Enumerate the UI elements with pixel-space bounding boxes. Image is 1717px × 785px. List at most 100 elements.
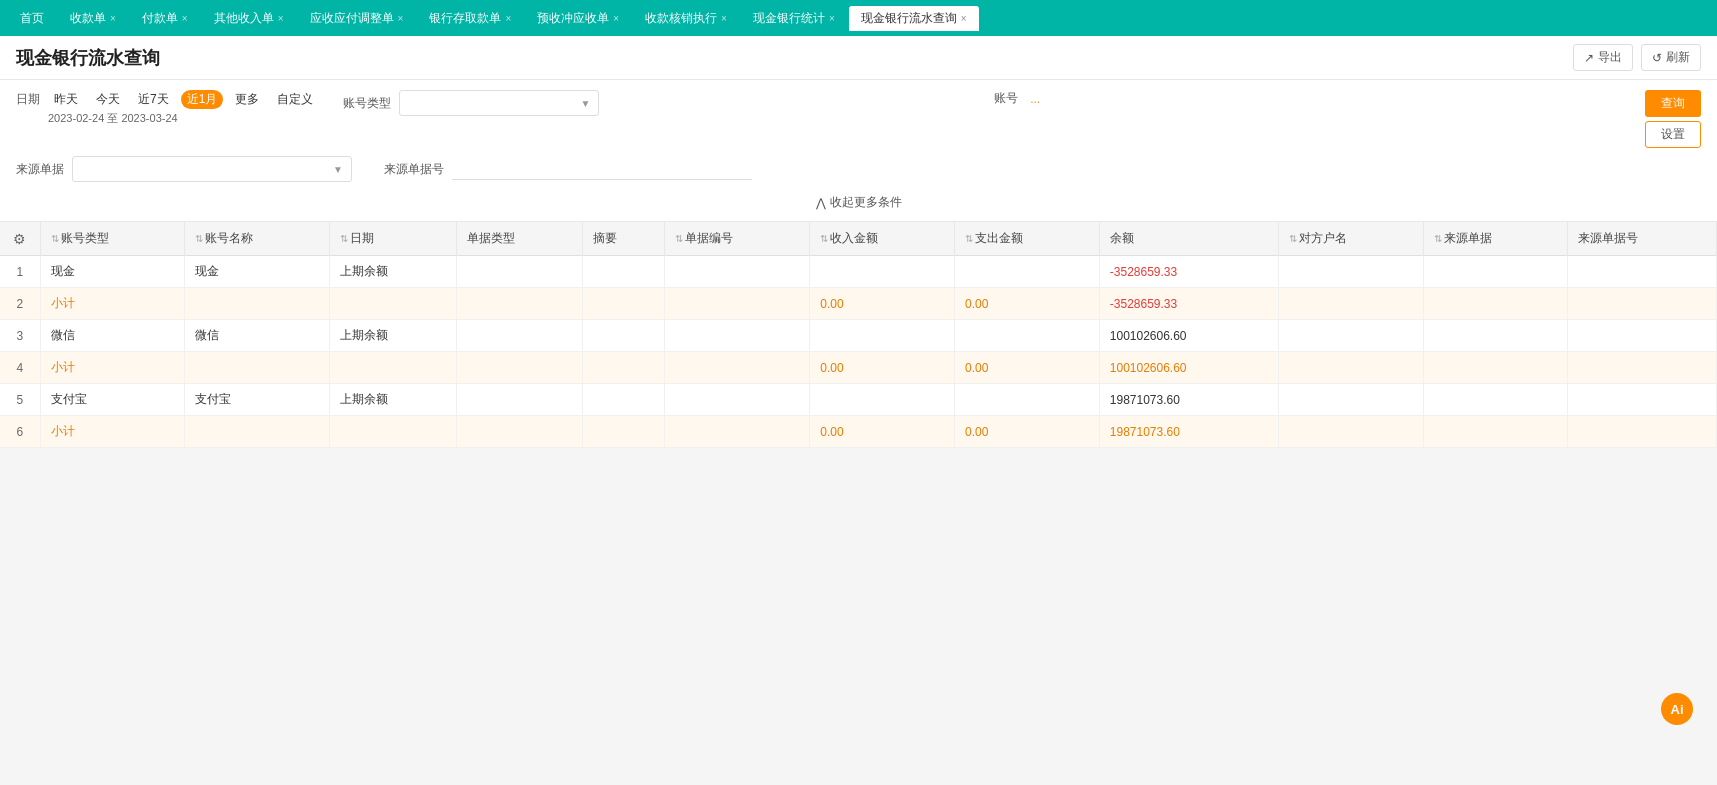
table-cell-11 — [1423, 352, 1568, 384]
table-cell-11 — [1423, 416, 1568, 448]
close-tab-icon[interactable]: × — [110, 13, 116, 24]
table-cell-6 — [665, 288, 810, 320]
source-doc-group: 来源单据 ▼ — [16, 156, 352, 182]
table-cell-10 — [1278, 256, 1423, 288]
column-header-8[interactable]: ⇅支出金额 — [955, 222, 1100, 256]
table-cell-1: 微信 — [40, 320, 185, 352]
sort-icon: ⇅ — [965, 233, 973, 244]
close-tab-icon[interactable]: × — [278, 13, 284, 24]
btn-group-right: 查询 设置 — [1645, 90, 1701, 148]
sort-icon: ⇅ — [340, 233, 348, 244]
close-tab-icon[interactable]: × — [721, 13, 727, 24]
table-cell-3: 上期余额 — [330, 256, 456, 288]
table-cell-4 — [456, 288, 582, 320]
column-header-7[interactable]: ⇅收入金额 — [810, 222, 955, 256]
table-cell-0: 1 — [0, 256, 40, 288]
table-cell-1: 小计 — [40, 288, 185, 320]
column-header-11[interactable]: ⇅来源单据 — [1423, 222, 1568, 256]
table-cell-8 — [955, 256, 1100, 288]
table-cell-1: 小计 — [40, 352, 185, 384]
top-navigation: 首页收款单×付款单×其他收入单×应收应付调整单×银行存取款单×预收冲应收单×收款… — [0, 0, 1717, 36]
nav-tab-付款单[interactable]: 付款单× — [130, 6, 200, 31]
table-cell-5 — [582, 384, 664, 416]
source-doc-no-group: 来源单据号 — [384, 159, 752, 180]
table-settings-icon[interactable]: ⚙ — [13, 231, 26, 247]
nav-tab-银行存取款单[interactable]: 银行存取款单× — [417, 6, 523, 31]
account-type-select[interactable]: ▼ — [399, 90, 599, 116]
table-row: 3微信微信上期余额100102606.60 — [0, 320, 1717, 352]
date-range: 2023-02-24 至 2023-03-24 — [48, 112, 178, 124]
close-tab-icon[interactable]: × — [398, 13, 404, 24]
nav-tab-预收冲应收单[interactable]: 预收冲应收单× — [525, 6, 631, 31]
refresh-icon: ↺ — [1652, 51, 1662, 65]
filter-row-1: 日期 昨天今天近7天近1月更多自定义 2023-02-24 至 2023-03-… — [16, 90, 1701, 148]
table-cell-5 — [582, 288, 664, 320]
source-doc-select[interactable]: ▼ — [72, 156, 352, 182]
table-cell-3: 上期余额 — [330, 320, 456, 352]
table-cell-9: -3528659.33 — [1099, 256, 1278, 288]
nav-tab-其他收入单[interactable]: 其他收入单× — [202, 6, 296, 31]
nav-tab-现金银行流水查询[interactable]: 现金银行流水查询× — [849, 6, 979, 31]
nav-tab-收款单[interactable]: 收款单× — [58, 6, 128, 31]
close-tab-icon[interactable]: × — [505, 13, 511, 24]
table-cell-4 — [456, 256, 582, 288]
sort-icon: ⇅ — [820, 233, 828, 244]
close-tab-icon[interactable]: × — [961, 13, 967, 24]
column-header-6[interactable]: ⇅单据编号 — [665, 222, 810, 256]
table-cell-3 — [330, 352, 456, 384]
date-shortcut-今天[interactable]: 今天 — [90, 90, 126, 109]
date-shortcut-近1月[interactable]: 近1月 — [181, 90, 224, 109]
table-cell-9: 100102606.60 — [1099, 352, 1278, 384]
nav-tab-首页[interactable]: 首页 — [8, 6, 56, 31]
collapse-icon: ⋀ — [816, 196, 826, 210]
close-tab-icon[interactable]: × — [829, 13, 835, 24]
table-cell-11 — [1423, 384, 1568, 416]
table-row: 2小计0.000.00-3528659.33 — [0, 288, 1717, 320]
date-shortcut-近7天[interactable]: 近7天 — [132, 90, 175, 109]
collapse-bar[interactable]: ⋀ 收起更多条件 — [16, 194, 1701, 211]
date-shortcut-昨天[interactable]: 昨天 — [48, 90, 84, 109]
table-cell-12 — [1568, 384, 1717, 416]
account-type-dropdown-icon: ▼ — [580, 98, 590, 109]
table-cell-6 — [665, 416, 810, 448]
column-header-3[interactable]: ⇅日期 — [330, 222, 456, 256]
collapse-label: 收起更多条件 — [830, 194, 902, 211]
settings-button[interactable]: 设置 — [1645, 121, 1701, 148]
table-cell-1: 现金 — [40, 256, 185, 288]
date-shortcut-更多[interactable]: 更多 — [229, 90, 265, 109]
date-shortcut-自定义[interactable]: 自定义 — [271, 90, 319, 109]
table-container: ⚙⇅账号类型⇅账号名称⇅日期单据类型摘要⇅单据编号⇅收入金额⇅支出金额余额⇅对方… — [0, 222, 1717, 448]
column-header-2[interactable]: ⇅账号名称 — [185, 222, 330, 256]
column-header-1[interactable]: ⇅账号类型 — [40, 222, 185, 256]
nav-tab-现金银行统计[interactable]: 现金银行统计× — [741, 6, 847, 31]
filter-section: 日期 昨天今天近7天近1月更多自定义 2023-02-24 至 2023-03-… — [16, 90, 1701, 211]
column-header-10[interactable]: ⇅对方户名 — [1278, 222, 1423, 256]
table-row: 1现金现金上期余额-3528659.33 — [0, 256, 1717, 288]
table-cell-10 — [1278, 416, 1423, 448]
refresh-button[interactable]: ↺ 刷新 — [1641, 44, 1701, 71]
table-cell-1: 小计 — [40, 416, 185, 448]
table-cell-8: 0.00 — [955, 416, 1100, 448]
close-tab-icon[interactable]: × — [613, 13, 619, 24]
page-title: 现金银行流水查询 — [16, 46, 160, 70]
query-button[interactable]: 查询 — [1645, 90, 1701, 117]
table-cell-2 — [185, 288, 330, 320]
table-cell-12 — [1568, 288, 1717, 320]
close-tab-icon[interactable]: × — [182, 13, 188, 24]
table-cell-2 — [185, 416, 330, 448]
sort-icon: ⇅ — [1289, 233, 1297, 244]
date-shortcuts: 昨天今天近7天近1月更多自定义 — [48, 90, 319, 109]
source-doc-no-input[interactable] — [452, 159, 752, 180]
table-cell-11 — [1423, 288, 1568, 320]
table-cell-7 — [810, 256, 955, 288]
table-cell-7 — [810, 384, 955, 416]
export-button[interactable]: ↗ 导出 — [1573, 44, 1633, 71]
table-cell-7: 0.00 — [810, 352, 955, 384]
nav-tab-收款核销执行[interactable]: 收款核销执行× — [633, 6, 739, 31]
source-doc-label: 来源单据 — [16, 161, 64, 178]
table-cell-1: 支付宝 — [40, 384, 185, 416]
date-label: 日期 — [16, 91, 40, 108]
table-row: 4小计0.000.00100102606.60 — [0, 352, 1717, 384]
account-ellipsis-button[interactable]: ... — [1026, 92, 1044, 106]
nav-tab-应收应付调整单[interactable]: 应收应付调整单× — [298, 6, 416, 31]
